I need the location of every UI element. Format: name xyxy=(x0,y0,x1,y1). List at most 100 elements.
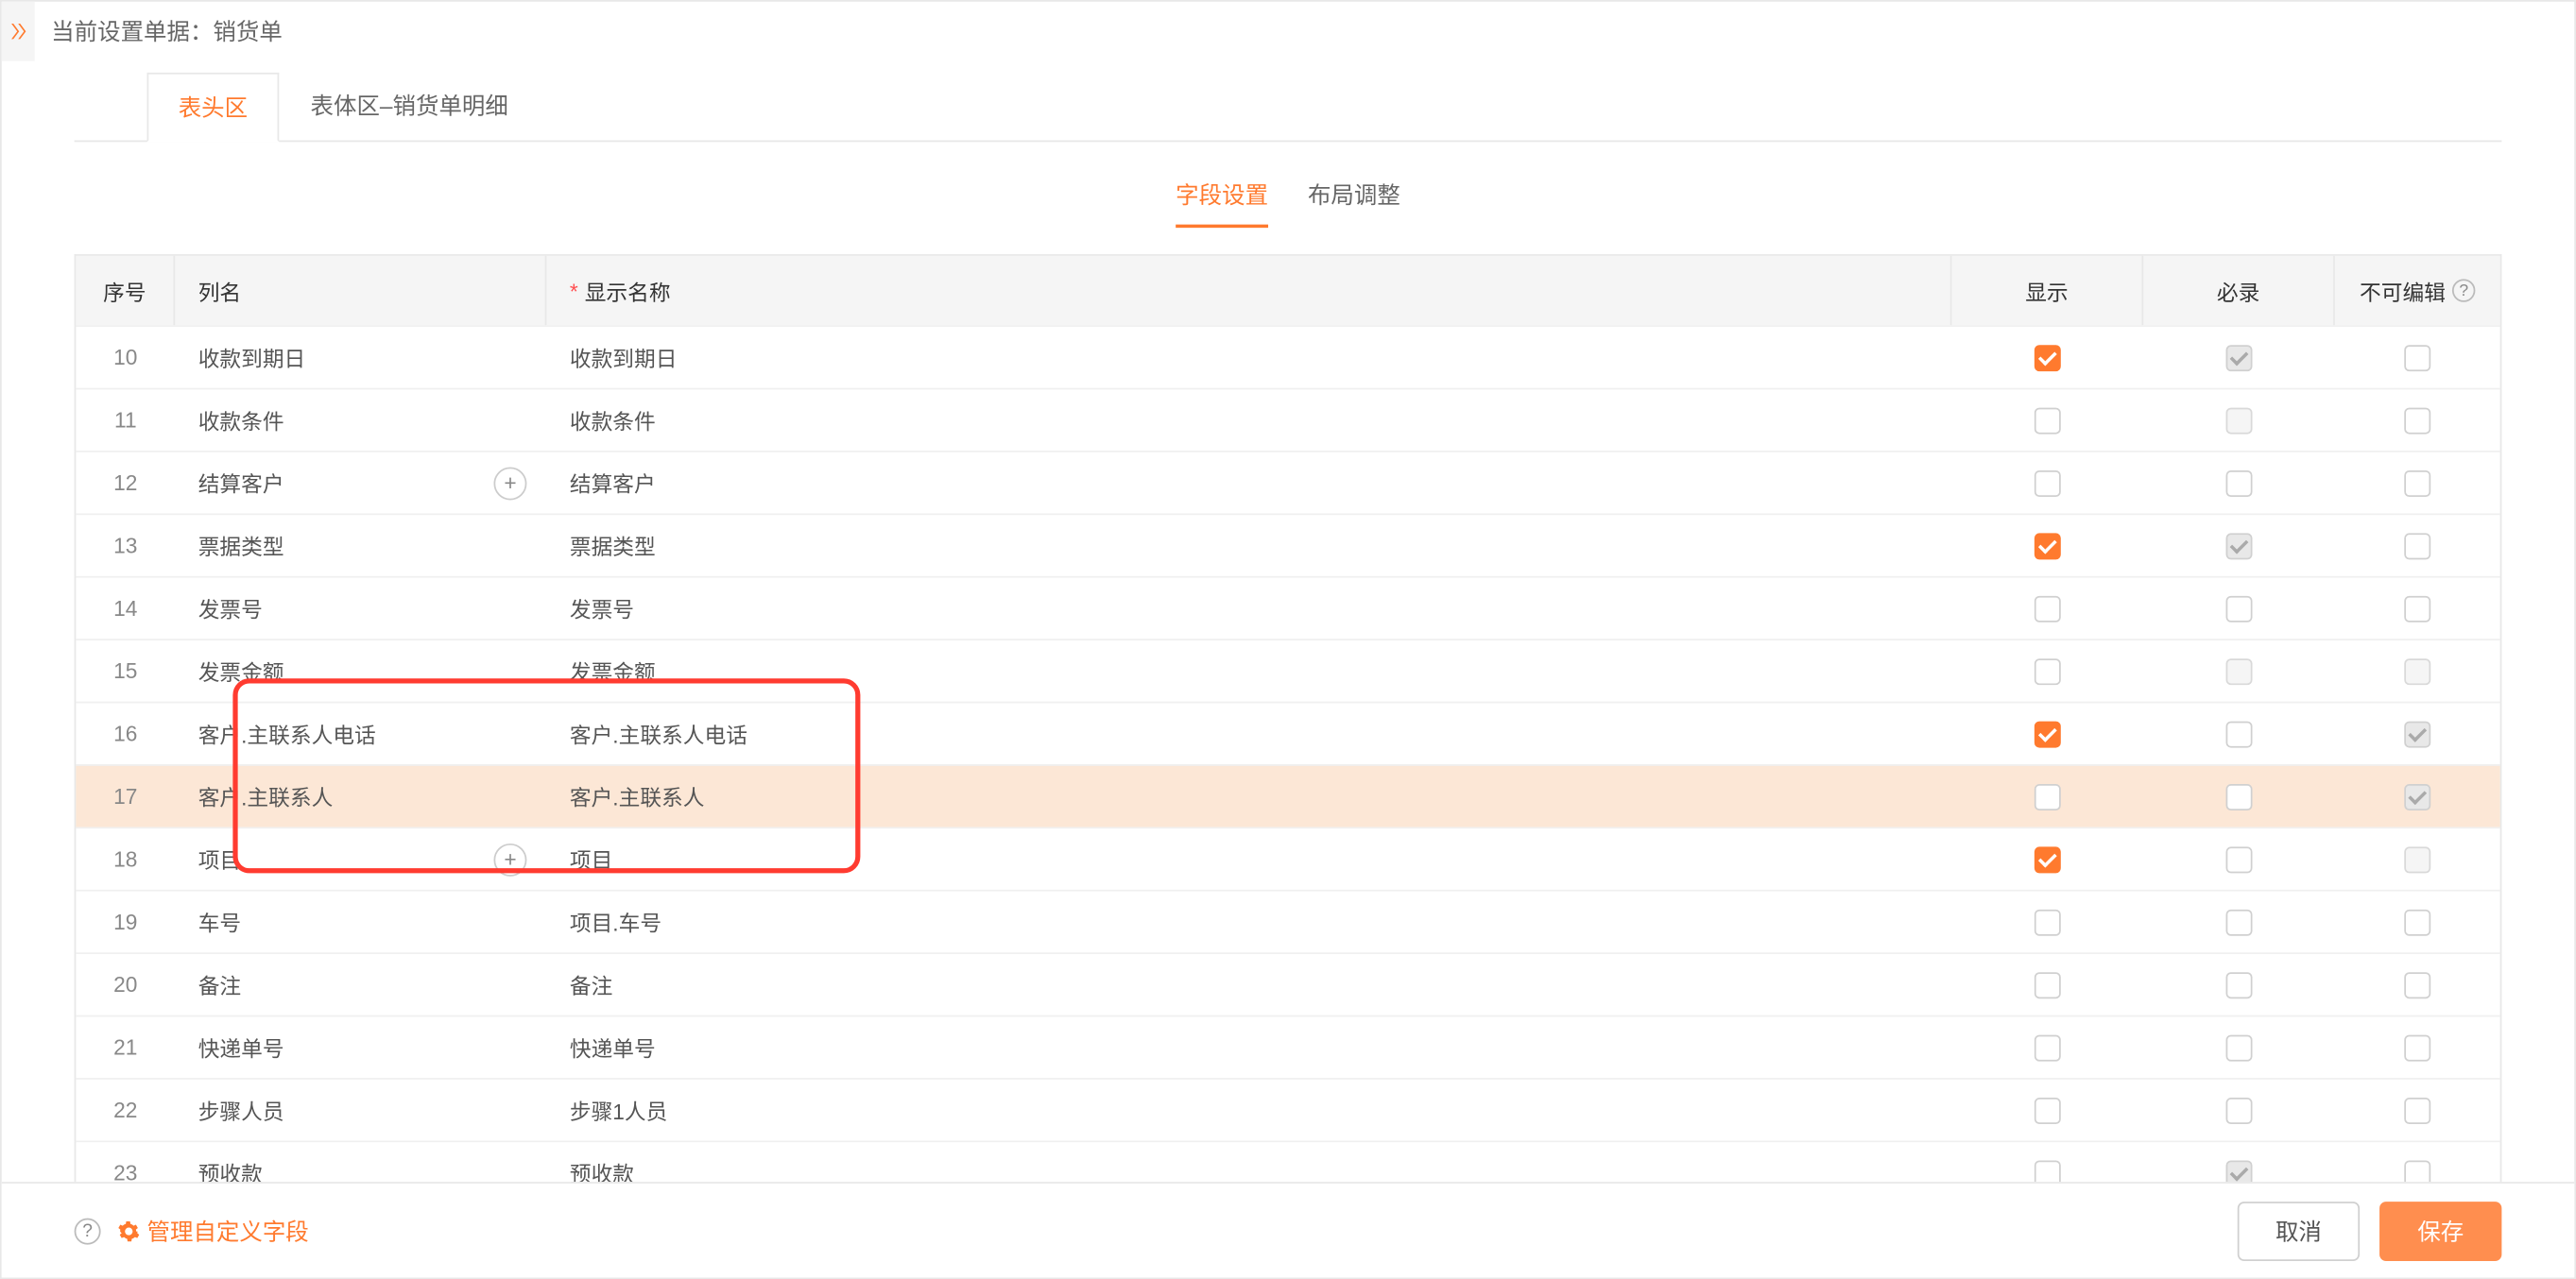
cell-show xyxy=(1951,828,2143,890)
help-icon[interactable]: ? xyxy=(2452,279,2475,301)
checkbox-show[interactable] xyxy=(2035,909,2061,935)
cell-name: 收款条件 xyxy=(175,389,546,451)
checkbox-required[interactable] xyxy=(2226,1034,2253,1061)
cell-noedit xyxy=(2335,389,2500,451)
checkbox-required[interactable] xyxy=(2226,846,2253,873)
cell-seq: 13 xyxy=(76,515,175,576)
checkbox-show[interactable] xyxy=(2035,721,2061,747)
expand-plus-button[interactable]: + xyxy=(493,843,526,876)
save-button[interactable]: 保存 xyxy=(2379,1201,2501,1260)
cell-required xyxy=(2143,640,2335,702)
cell-display[interactable]: 票据类型 xyxy=(546,515,1951,576)
checkbox-required[interactable] xyxy=(2226,1097,2253,1123)
checkbox-noedit[interactable] xyxy=(2404,344,2430,370)
footer-left: ? 管理自定义字段 xyxy=(75,1214,2238,1247)
checkbox-show[interactable] xyxy=(2035,344,2061,370)
checkbox-noedit[interactable] xyxy=(2404,595,2430,622)
cell-display[interactable]: 步骤1人员 xyxy=(546,1080,1951,1141)
cell-display[interactable]: 结算客户 xyxy=(546,452,1951,514)
app-root: 当前设置单据：销货单 表头区表体区–销货单明细 字段设置布局调整 序号 列名 *… xyxy=(0,0,2576,1279)
tab-outer-1[interactable]: 表体区–销货单明细 xyxy=(279,71,540,140)
cell-seq: 11 xyxy=(76,389,175,451)
cell-display[interactable]: 收款条件 xyxy=(546,389,1951,451)
expand-plus-button[interactable]: + xyxy=(493,467,526,500)
cell-noedit xyxy=(2335,640,2500,702)
cell-required xyxy=(2143,1080,2335,1141)
checkbox-noedit[interactable] xyxy=(2404,971,2430,998)
checkbox-noedit[interactable] xyxy=(2404,469,2430,496)
checkbox-required[interactable] xyxy=(2226,595,2253,622)
gear-icon xyxy=(117,1219,140,1241)
cell-noedit xyxy=(2335,766,2500,827)
sub-tab-1[interactable]: 布局调整 xyxy=(1308,179,1400,228)
cell-name: 步骤人员 xyxy=(175,1080,546,1141)
cell-display[interactable]: 发票号 xyxy=(546,578,1951,640)
checkbox-show[interactable] xyxy=(2035,407,2061,434)
checkbox-show[interactable] xyxy=(2035,533,2061,559)
cell-display[interactable]: 收款到期日 xyxy=(546,327,1951,388)
cell-required xyxy=(2143,389,2335,451)
checkbox-show[interactable] xyxy=(2035,1034,2061,1061)
cell-display[interactable]: 备注 xyxy=(546,954,1951,1015)
checkbox-show[interactable] xyxy=(2035,846,2061,873)
cell-name-text: 车号 xyxy=(198,906,241,937)
th-required: 必录 xyxy=(2143,256,2335,325)
cell-name: 发票号 xyxy=(175,578,546,640)
checkbox-required[interactable] xyxy=(2226,721,2253,747)
checkbox-show[interactable] xyxy=(2035,971,2061,998)
cell-seq: 21 xyxy=(76,1016,175,1078)
cell-seq: 12 xyxy=(76,452,175,514)
table-row: 19 车号 项目.车号 xyxy=(76,890,2499,952)
cell-name: 快递单号 xyxy=(175,1016,546,1078)
cell-seq: 18 xyxy=(76,828,175,890)
cell-display[interactable]: 客户.主联系人电话 xyxy=(546,703,1951,764)
cancel-button[interactable]: 取消 xyxy=(2238,1201,2360,1260)
table-row: 16客户.主联系人电话客户.主联系人电话 xyxy=(76,702,2499,764)
checkbox-required[interactable] xyxy=(2226,909,2253,935)
sub-tab-0[interactable]: 字段设置 xyxy=(1176,179,1268,228)
table-header: 序号 列名 * 显示名称 显示 必录 不可编辑 ? xyxy=(76,256,2499,325)
checkbox-show[interactable] xyxy=(2035,595,2061,622)
cell-display[interactable]: 项目.车号 xyxy=(546,892,1951,953)
cell-seq: 16 xyxy=(76,703,175,764)
checkbox-noedit xyxy=(2404,721,2430,747)
cell-name: 客户.主联系人 xyxy=(175,766,546,827)
checkbox-show[interactable] xyxy=(2035,783,2061,810)
checkbox-noedit[interactable] xyxy=(2404,533,2430,559)
checkbox-required[interactable] xyxy=(2226,469,2253,496)
cell-display[interactable]: 项目 xyxy=(546,828,1951,890)
checkbox-required xyxy=(2226,533,2253,559)
checkbox-show[interactable] xyxy=(2035,657,2061,684)
cell-seq: 19 xyxy=(76,892,175,953)
help-icon[interactable]: ? xyxy=(75,1218,101,1244)
cell-display[interactable]: 快递单号 xyxy=(546,1016,1951,1078)
table-row: 15发票金额发票金额 xyxy=(76,639,2499,701)
table-row: 17客户.主联系人客户.主联系人 xyxy=(76,764,2499,827)
cell-seq: 15 xyxy=(76,640,175,702)
th-seq: 序号 xyxy=(76,256,175,325)
cell-show xyxy=(1951,703,2143,764)
tab-outer-0[interactable]: 表头区 xyxy=(147,73,280,142)
collapse-sidebar-button[interactable] xyxy=(2,2,35,61)
checkbox-show[interactable] xyxy=(2035,469,2061,496)
checkbox-noedit[interactable] xyxy=(2404,407,2430,434)
checkbox-noedit[interactable] xyxy=(2404,1034,2430,1061)
field-table: 序号 列名 * 显示名称 显示 必录 不可编辑 ? 10收款到期日收款到期日11… xyxy=(75,254,2502,1203)
cell-noedit xyxy=(2335,892,2500,953)
cell-display[interactable]: 发票金额 xyxy=(546,640,1951,702)
cell-display[interactable]: 客户.主联系人 xyxy=(546,766,1951,827)
top-bar: 当前设置单据：销货单 xyxy=(2,2,2575,61)
checkbox-show[interactable] xyxy=(2035,1097,2061,1123)
checkbox-required[interactable] xyxy=(2226,971,2253,998)
cell-name: 结算客户+ xyxy=(175,452,546,514)
manage-custom-fields-link[interactable]: 管理自定义字段 xyxy=(117,1214,309,1247)
checkbox-required[interactable] xyxy=(2226,783,2253,810)
table-row: 22步骤人员步骤1人员 xyxy=(76,1078,2499,1140)
cell-name-text: 步骤人员 xyxy=(198,1095,284,1126)
cell-name-text: 收款到期日 xyxy=(198,342,306,373)
table-row: 18 项目 + 项目 xyxy=(76,827,2499,889)
checkbox-noedit[interactable] xyxy=(2404,909,2430,935)
checkbox-noedit[interactable] xyxy=(2404,1097,2430,1123)
cell-show xyxy=(1951,515,2143,576)
cell-name-text: 项目 xyxy=(198,844,241,875)
